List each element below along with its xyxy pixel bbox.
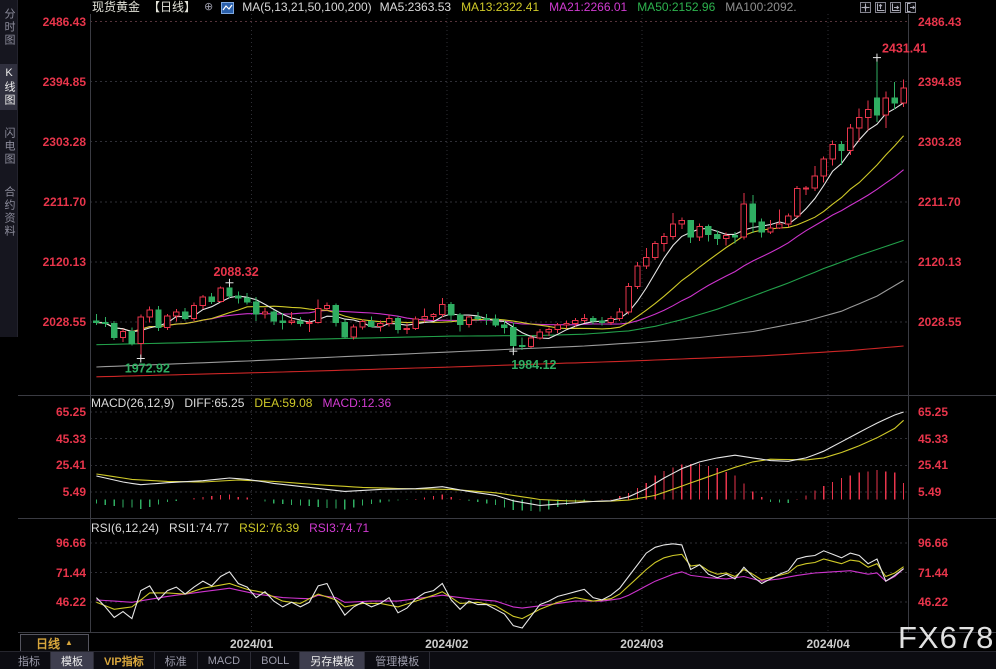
svg-text:1984.12: 1984.12 xyxy=(511,358,556,372)
rsi-axis-label: 96.66 xyxy=(918,536,949,550)
ma-value: MA5:2363.53 xyxy=(379,0,452,14)
rsi-axis-label: 71.44 xyxy=(55,565,86,580)
bottom-tab[interactable]: 另存模板 xyxy=(300,652,366,669)
macd-dea-value: DEA:59.08 xyxy=(254,396,313,410)
rsi-axis-label: 96.66 xyxy=(55,536,86,550)
zoom-vertical-icon[interactable] xyxy=(875,2,886,13)
macd-axis-label: 65.25 xyxy=(918,405,949,419)
grid-layer xyxy=(90,14,909,632)
candles-layer xyxy=(93,57,907,359)
left-sidebar: 分时图 K线图闪电图合约资料 xyxy=(0,0,18,337)
period-dropdown-arrow: ▲ xyxy=(65,638,73,647)
rsi-lines xyxy=(96,543,904,629)
macd-histogram xyxy=(95,463,905,512)
date-axis-label: 2024/01 xyxy=(229,637,274,651)
sidebar-item[interactable]: 闪电图 xyxy=(0,124,17,169)
sidebar-item[interactable]: 合约资料 xyxy=(0,183,17,241)
sidebar-item[interactable]: K线图 xyxy=(0,64,17,110)
svg-text:2431.41: 2431.41 xyxy=(882,42,927,56)
rsi-title: RSI(6,12,24) xyxy=(91,521,160,535)
macd-axis-label: 45.33 xyxy=(918,431,949,446)
ma-value: MA13:2322.41 xyxy=(461,0,540,14)
price-axis-label: 2303.28 xyxy=(918,134,962,149)
macd-axis-label: 5.49 xyxy=(918,485,942,500)
symbol-title: 现货黄金 xyxy=(92,0,141,14)
svg-text:1972.92: 1972.92 xyxy=(125,362,170,376)
ma-config-label: MA(5,13,21,50,100,200) xyxy=(242,0,372,14)
macd-axis-label: 25.41 xyxy=(918,458,949,473)
date-axis-label: 2024/03 xyxy=(620,637,664,651)
ma-lines-layer xyxy=(96,102,905,378)
macd-header: MACD(26,12,9) DIFF:65.25 DEA:59.08 MACD:… xyxy=(91,396,391,410)
macd-title: MACD(26,12,9) xyxy=(91,396,175,410)
bottom-tab[interactable]: VIP指标 xyxy=(94,652,155,669)
bottom-tab[interactable]: 模板 xyxy=(51,652,94,669)
bottom-tab[interactable]: 标准 xyxy=(155,652,198,669)
period-selector-label: 日线 xyxy=(36,636,61,651)
pan-icon[interactable] xyxy=(860,2,871,13)
macd-axis-label: 65.25 xyxy=(55,405,86,419)
macd-axis-label: 45.33 xyxy=(55,431,86,446)
rsi2-value: RSI2:76.39 xyxy=(239,521,300,535)
bottom-tab[interactable]: 管理模板 xyxy=(365,652,431,669)
macd-axis-label: 25.41 xyxy=(55,458,86,473)
ma-value: MA50:2152.96 xyxy=(637,0,716,14)
rsi-axis-label: 71.44 xyxy=(918,565,949,580)
macd-macd-value: MACD:12.36 xyxy=(322,396,392,410)
price-axis-label: 2211.70 xyxy=(918,194,961,209)
price-axis-label: 2028.55 xyxy=(918,315,962,329)
watermark: FX678 xyxy=(898,620,995,655)
period-selector[interactable]: 日线 ▲ xyxy=(20,634,89,652)
chart-canvas[interactable]: 2088.32 1972.92 1984.12 2431.41 xyxy=(0,0,996,669)
rsi3-value: RSI3:74.71 xyxy=(309,521,370,535)
add-overlay-icon[interactable]: ⊕ xyxy=(204,1,213,14)
price-axis-label: 2486.43 xyxy=(918,14,962,29)
ma-values: MA5:2363.53 MA13:2322.41 MA21:2266.01 MA50:… xyxy=(380,1,797,14)
rsi-axis-label: 46.22 xyxy=(918,595,949,609)
bottom-tabbar: 指标 模板 VIP指标 标准 MACD BOLL 另存模板 管理模板 xyxy=(0,651,996,669)
rsi-axis-label: 46.22 xyxy=(55,595,86,609)
rsi-header: RSI(6,12,24) RSI1:74.77 RSI2:76.39 RSI3:… xyxy=(91,521,369,535)
indicator-chart-icon xyxy=(221,1,235,14)
zoom-horizontal-icon[interactable] xyxy=(890,2,901,13)
trading-app: 2088.32 1972.92 1984.12 2431.41 分时图 K线图闪电图合约… xyxy=(0,0,996,669)
macd-lines xyxy=(96,411,904,507)
date-axis-label: 2024/02 xyxy=(425,637,469,651)
ma-value: MA100:2092. xyxy=(725,0,797,14)
macd-diff-value: DIFF:65.25 xyxy=(184,396,245,410)
ma-value: MA21:2266.01 xyxy=(549,0,628,14)
sidebar-item[interactable]: 分时图 xyxy=(0,5,17,50)
bottom-tab[interactable]: 指标 xyxy=(8,652,51,669)
price-axis-label: 2120.13 xyxy=(918,254,962,269)
bottom-tab[interactable]: BOLL xyxy=(251,652,301,669)
bottom-tab[interactable]: MACD xyxy=(198,652,252,669)
price-axis-label: 2394.85 xyxy=(918,74,962,89)
chart-toolbar xyxy=(860,2,916,13)
chart-header: 现货黄金 【日线】 ⊕ MA(5,13,21,50,100,200) MA5:2… xyxy=(92,1,797,14)
date-axis-label: 2024/04 xyxy=(806,637,850,651)
period-label: 【日线】 xyxy=(148,0,197,14)
svg-text:2088.32: 2088.32 xyxy=(213,265,258,279)
pop-out-icon[interactable] xyxy=(905,2,916,13)
macd-axis-label: 5.49 xyxy=(62,485,86,500)
rsi1-value: RSI1:74.77 xyxy=(169,521,230,535)
